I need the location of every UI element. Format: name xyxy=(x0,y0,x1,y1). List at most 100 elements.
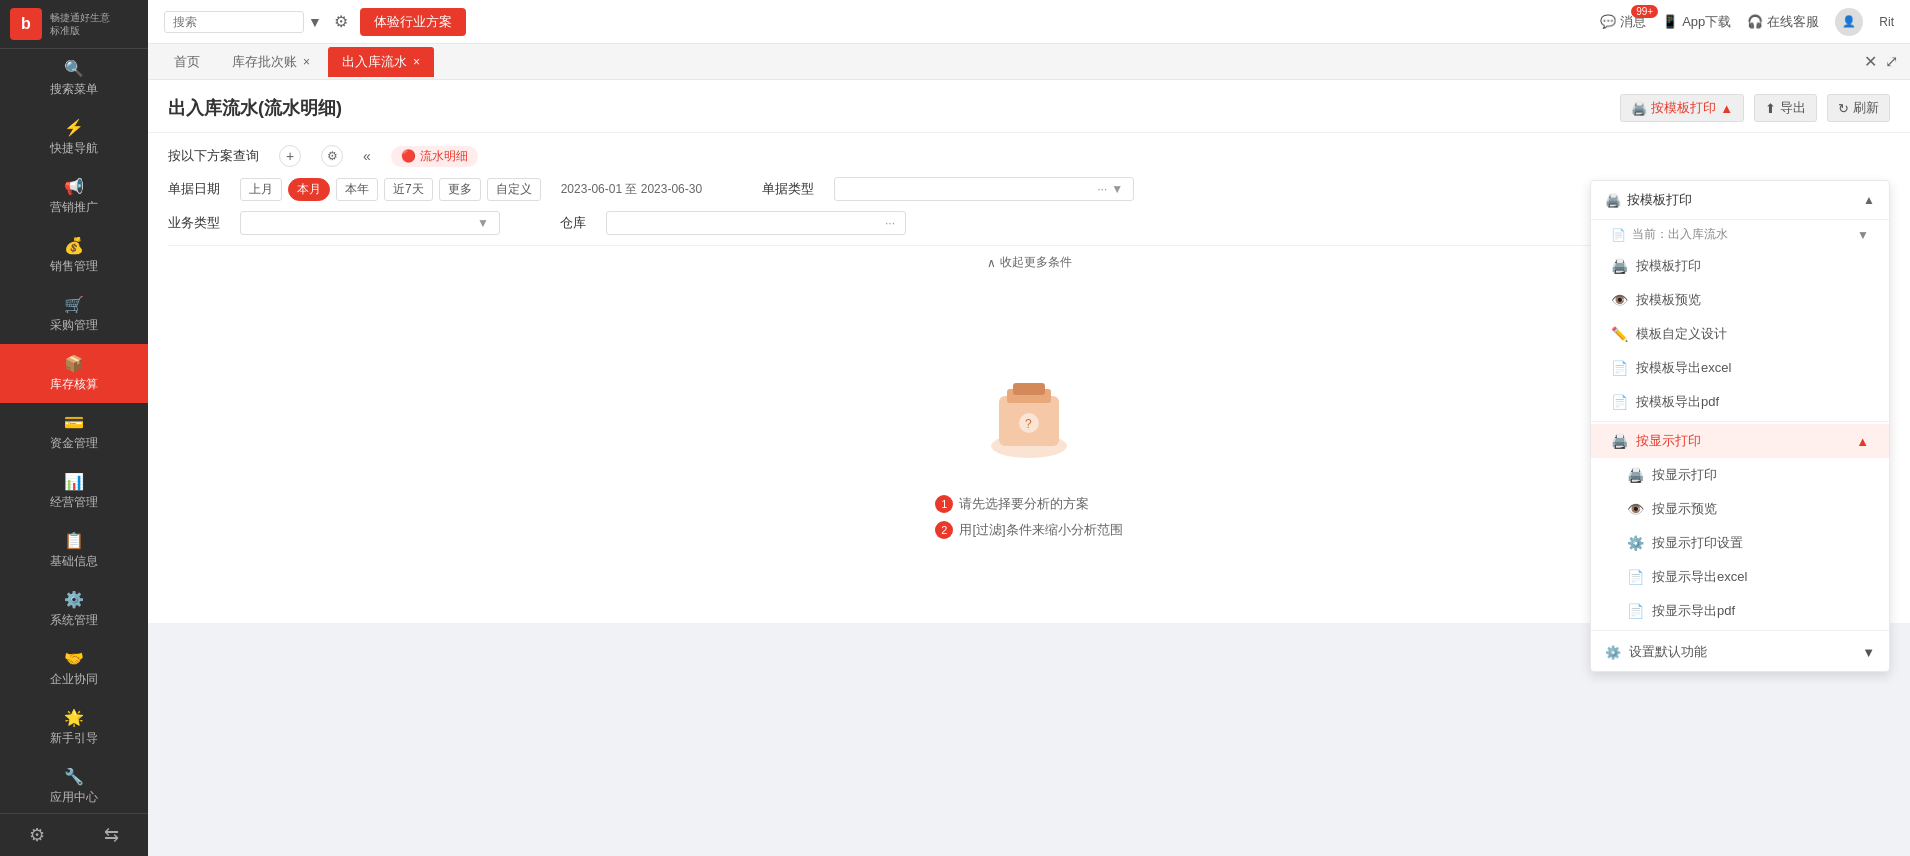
dropdown-item-display-print[interactable]: 🖨️ 按显示打印 xyxy=(1591,458,1889,492)
tab-flow[interactable]: 出入库流水 × xyxy=(328,47,434,77)
tab-home-label: 首页 xyxy=(174,53,200,71)
tip-num-2: 2 xyxy=(935,521,953,539)
refresh-btn[interactable]: ↻ 刷新 xyxy=(1827,94,1890,122)
sidebar-item-finance[interactable]: 💳 资金管理 xyxy=(0,403,148,462)
sidebar-item-shortcut[interactable]: ⚡ 快捷导航 xyxy=(0,108,148,167)
tabs-bar: 首页 库存批次账 × 出入库流水 × ✕ ⤢ xyxy=(148,44,1910,80)
dropdown-divider xyxy=(1591,421,1889,422)
footer-settings-label: 设置默认功能 xyxy=(1629,643,1707,661)
date-filter-label: 单据日期 xyxy=(168,180,220,198)
template-custom-icon: ✏️ xyxy=(1611,326,1628,342)
operations-nav-icon: 📊 xyxy=(64,472,84,491)
sidebar-item-newbie[interactable]: 🌟 新手引导 xyxy=(0,698,148,757)
display-group-arrow: ▲ xyxy=(1856,434,1869,449)
sidebar-item-system[interactable]: ⚙️ 系统管理 xyxy=(0,580,148,639)
date-btn-last-month[interactable]: 上月 xyxy=(240,178,282,201)
topbar-gear-icon[interactable]: ⚙ xyxy=(334,12,348,31)
sidebar-item-operations[interactable]: 📊 经营管理 xyxy=(0,462,148,521)
topbar-dropdown-icon[interactable]: ▼ xyxy=(308,14,322,30)
sidebar-settings-btn[interactable]: ⚙ xyxy=(29,824,45,846)
page-content: 出入库流水(流水明细) 🖨️ 按模板打印 ▲ ⬆ 导出 ↻ 刷新 xyxy=(148,80,1910,856)
service-icon: 🎧 xyxy=(1747,14,1763,29)
trial-btn[interactable]: 体验行业方案 xyxy=(360,8,466,36)
date-btn-this-month[interactable]: 本月 xyxy=(288,178,330,201)
sidebar-item-apps[interactable]: 🔧 应用中心 xyxy=(0,757,148,813)
refresh-label: 刷新 xyxy=(1853,99,1879,117)
marketing-nav-icon: 📢 xyxy=(64,177,84,196)
sidebar-item-enterprise[interactable]: 🤝 企业协同 xyxy=(0,639,148,698)
user-avatar[interactable]: 👤 xyxy=(1835,8,1863,36)
topbar-search-input[interactable] xyxy=(164,11,304,33)
topbar: ▼ ⚙ 体验行业方案 💬 消息 99+ 📱 App下载 🎧 在线客服 👤 Rit xyxy=(148,0,1910,44)
date-btn-this-year[interactable]: 本年 xyxy=(336,178,378,201)
tab-home[interactable]: 首页 xyxy=(160,47,214,77)
sidebar-item-search[interactable]: 🔍 搜索菜单 xyxy=(0,49,148,108)
export-icon: ⬆ xyxy=(1765,101,1776,116)
dropdown-item-template-pdf[interactable]: 📄 按模板导出pdf xyxy=(1591,385,1889,419)
filter-add-btn[interactable]: + xyxy=(279,145,301,167)
online-service-btn[interactable]: 🎧 在线客服 xyxy=(1747,13,1819,31)
app-brand: 畅捷通好生意 标准版 xyxy=(50,11,110,37)
filter-tag-icon: 🔴 xyxy=(401,149,416,163)
filter-flow-tag[interactable]: 🔴 流水明细 xyxy=(391,146,478,167)
sidebar-item-sales[interactable]: 💰 销售管理 xyxy=(0,226,148,285)
sidebar-item-inventory[interactable]: 📦 库存核算 xyxy=(0,344,148,403)
sidebar-item-label: 采购管理 xyxy=(50,317,98,334)
sidebar-item-label: 基础信息 xyxy=(50,553,98,570)
username-label[interactable]: Rit xyxy=(1879,15,1894,29)
newbie-nav-icon: 🌟 xyxy=(64,708,84,727)
dropdown-divider-2 xyxy=(1591,630,1889,631)
sidebar-item-label: 企业协同 xyxy=(50,671,98,688)
message-btn[interactable]: 💬 消息 99+ xyxy=(1600,13,1646,31)
date-btn-custom[interactable]: 自定义 xyxy=(487,178,541,201)
dropdown-item-display-excel[interactable]: 📄 按显示导出excel xyxy=(1591,560,1889,594)
tab-inventory-batch-close[interactable]: × xyxy=(303,55,310,69)
template-preview-label: 按模板预览 xyxy=(1636,291,1701,309)
warehouse-select[interactable]: ··· xyxy=(606,211,906,235)
dropdown-item-display-pdf[interactable]: 📄 按显示导出pdf xyxy=(1591,594,1889,628)
display-excel-label: 按显示导出excel xyxy=(1652,568,1747,586)
page-expand-icon[interactable]: ⤢ xyxy=(1885,52,1898,71)
date-range: 2023-06-01 至 2023-06-30 xyxy=(561,181,702,198)
edition-label: 标准版 xyxy=(50,24,110,37)
print-label: 按模板打印 xyxy=(1651,99,1716,117)
dropdown-footer[interactable]: ⚙️ 设置默认功能 ▼ xyxy=(1591,633,1889,671)
dropdown-item-display-settings[interactable]: ⚙️ 按显示打印设置 xyxy=(1591,526,1889,560)
tab-flow-close[interactable]: × xyxy=(413,55,420,69)
dropdown-item-template-print[interactable]: 🖨️ 按模板打印 xyxy=(1591,249,1889,283)
app-logo-icon: b xyxy=(10,8,42,40)
dropdown-item-display-preview[interactable]: 👁️ 按显示预览 xyxy=(1591,492,1889,526)
sidebar-item-basics[interactable]: 📋 基础信息 xyxy=(0,521,148,580)
dropdown-header-arrow[interactable]: ▲ xyxy=(1863,193,1875,207)
filter-collapse-icon[interactable]: « xyxy=(363,148,371,164)
footer-arrow: ▼ xyxy=(1862,645,1875,660)
sidebar-item-purchase[interactable]: 🛒 采购管理 xyxy=(0,285,148,344)
date-btn-7days[interactable]: 近7天 xyxy=(384,178,433,201)
dropdown-item-template-custom[interactable]: ✏️ 模板自定义设计 xyxy=(1591,317,1889,351)
sidebar-item-label: 应用中心 xyxy=(50,789,98,806)
dropdown-item-display-group[interactable]: 🖨️ 按显示打印 ▲ xyxy=(1591,424,1889,458)
sidebar-item-label: 新手引导 xyxy=(50,730,98,747)
business-type-arrow-icon: ▼ xyxy=(477,216,489,230)
date-btn-more[interactable]: 更多 xyxy=(439,178,481,201)
empty-tip-1: 1 请先选择要分析的方案 xyxy=(935,491,1122,517)
app-download-btn[interactable]: 📱 App下载 xyxy=(1662,13,1731,31)
business-type-select[interactable]: ▼ xyxy=(240,211,500,235)
template-pdf-label: 按模板导出pdf xyxy=(1636,393,1719,411)
message-badge: 99+ xyxy=(1631,5,1658,18)
print-dropdown-arrow[interactable]: ▲ xyxy=(1720,101,1733,116)
export-btn[interactable]: ⬆ 导出 xyxy=(1754,94,1817,122)
template-pdf-icon: 📄 xyxy=(1611,394,1628,410)
filter-setting-btn[interactable]: ⚙ xyxy=(321,145,343,167)
dropdown-item-template-preview[interactable]: 👁️ 按模板预览 xyxy=(1591,283,1889,317)
print-btn[interactable]: 🖨️ 按模板打印 ▲ xyxy=(1620,94,1744,122)
dropdown-current-icon: 📄 xyxy=(1611,228,1626,242)
bill-type-select[interactable]: ··· ▼ xyxy=(834,177,1134,201)
sidebar-item-marketing[interactable]: 📢 营销推广 xyxy=(0,167,148,226)
display-print-icon: 🖨️ xyxy=(1627,467,1644,483)
filter-flow-label: 流水明细 xyxy=(420,148,468,165)
page-close-icon[interactable]: ✕ xyxy=(1864,52,1877,71)
tab-inventory-batch[interactable]: 库存批次账 × xyxy=(218,47,324,77)
sidebar-toggle-btn[interactable]: ⇆ xyxy=(104,824,119,846)
dropdown-item-template-excel[interactable]: 📄 按模板导出excel xyxy=(1591,351,1889,385)
